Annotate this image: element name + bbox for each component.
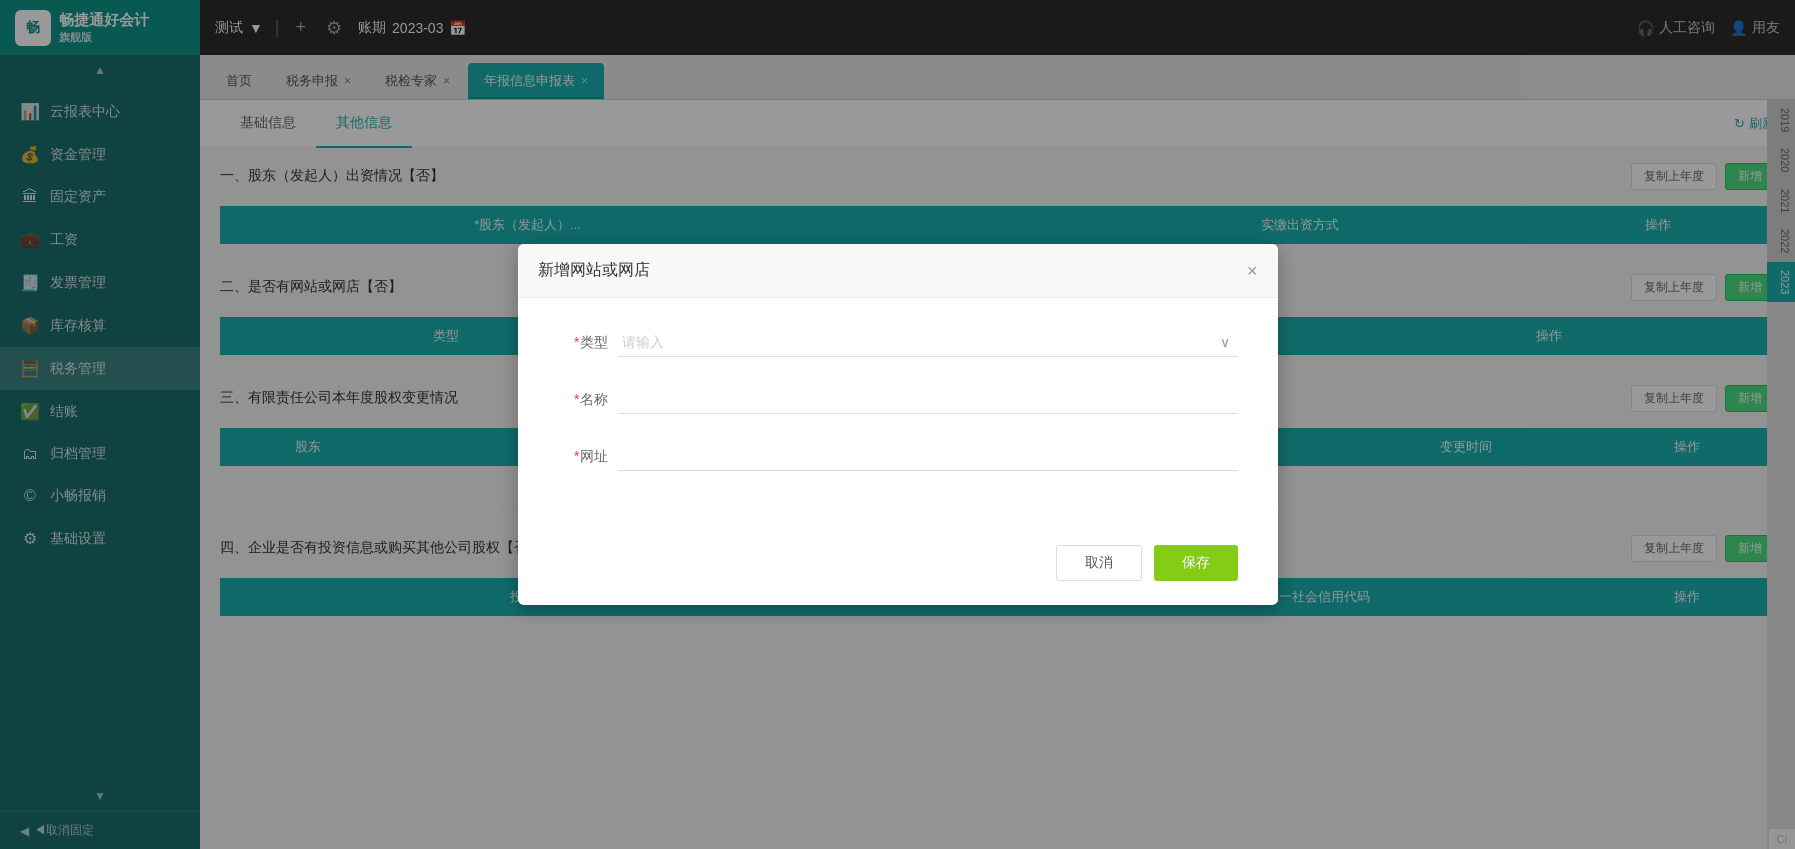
required-star: * <box>574 448 579 464</box>
type-label: *类型 <box>558 334 618 352</box>
modal-header: 新增网站或网店 × <box>518 244 1278 298</box>
type-input-wrap: ∨ <box>618 328 1238 357</box>
url-input-wrap <box>618 442 1238 471</box>
name-label: *名称 <box>558 391 618 409</box>
url-label: *网址 <box>558 448 618 466</box>
cancel-button[interactable]: 取消 <box>1056 545 1142 581</box>
modal-footer: 取消 保存 <box>518 529 1278 605</box>
name-input-wrap <box>618 385 1238 414</box>
required-star: * <box>574 334 579 350</box>
form-row-name: *名称 <box>558 385 1238 414</box>
save-button[interactable]: 保存 <box>1154 545 1238 581</box>
name-input[interactable] <box>618 385 1238 413</box>
type-input[interactable] <box>618 328 1238 356</box>
form-row-url: *网址 <box>558 442 1238 471</box>
modal-dialog: 新增网站或网店 × *类型 ∨ *名称 <box>518 244 1278 605</box>
modal-title: 新增网站或网店 <box>538 260 650 281</box>
modal-close-btn[interactable]: × <box>1247 262 1258 280</box>
modal-body: *类型 ∨ *名称 *网址 <box>518 298 1278 529</box>
modal-overlay[interactable]: 新增网站或网店 × *类型 ∨ *名称 <box>0 0 1795 849</box>
required-star: * <box>574 391 579 407</box>
form-row-type: *类型 ∨ <box>558 328 1238 357</box>
url-input[interactable] <box>618 442 1238 470</box>
